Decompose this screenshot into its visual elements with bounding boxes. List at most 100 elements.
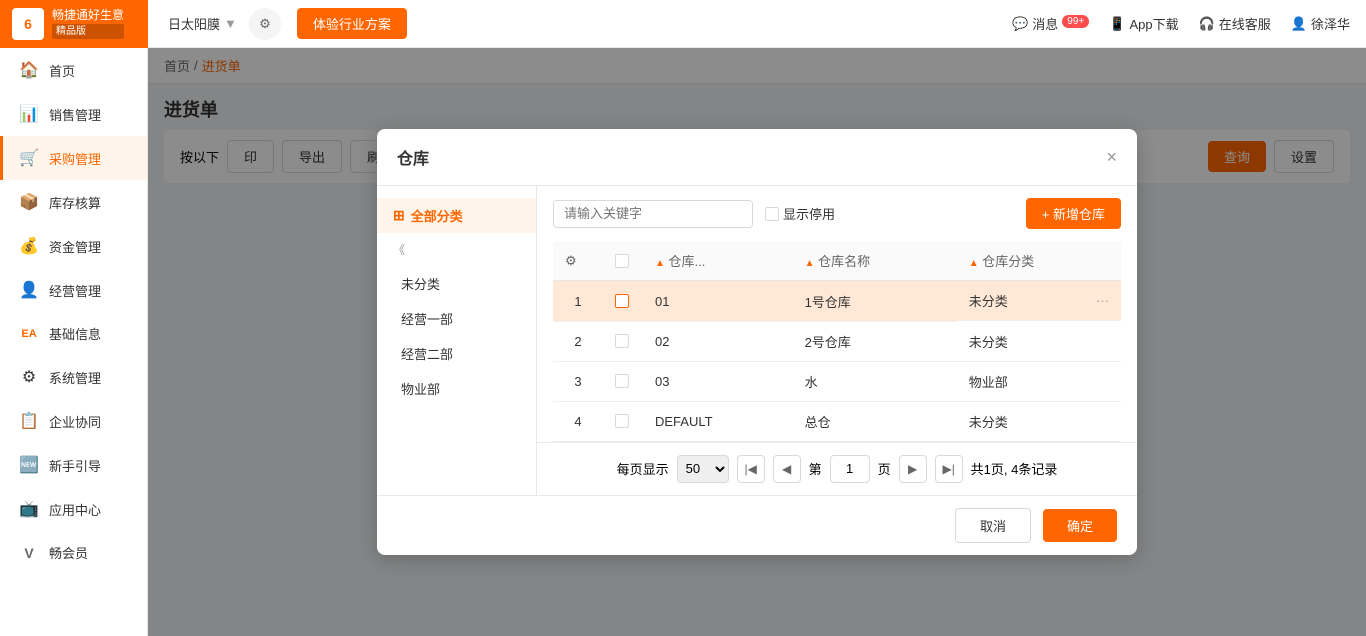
row-checkbox[interactable] xyxy=(603,281,643,322)
logo-area: 6 畅捷通好生意 精品版 xyxy=(0,0,148,48)
row-index: 2 xyxy=(553,321,603,361)
sidebar-label-member: 畅会员 xyxy=(49,543,88,562)
sidebar-item-enterprise[interactable]: 📋 企业协同 xyxy=(0,399,147,443)
user-item[interactable]: 👤 徐泽华 xyxy=(1291,14,1350,33)
warehouse-modal: 仓库 × ⊞ 全部分类 《 未分类 xyxy=(377,129,1137,555)
table-row[interactable]: 3 03 水 物业部 xyxy=(553,361,1121,401)
headphone-icon: 🎧 xyxy=(1199,16,1215,32)
page-end-label: 页 xyxy=(878,459,891,478)
per-page-label: 每页显示 xyxy=(617,459,669,478)
category-item-label: 物业部 xyxy=(401,382,440,397)
sidebar-item-member[interactable]: V 畅会员 xyxy=(0,531,147,574)
collapse-icon: 《 xyxy=(393,241,405,258)
table-toolbar: 🔍 显示停用 + 新增仓库 xyxy=(537,186,1137,241)
row-name: 水 xyxy=(793,361,957,401)
sidebar-label-finance: 资金管理 xyxy=(49,237,101,256)
store-selector[interactable]: 日太阳膜 ▼ xyxy=(168,14,237,33)
show-disabled-label[interactable]: 显示停用 xyxy=(765,204,835,223)
table-panel: 🔍 显示停用 + 新增仓库 xyxy=(537,186,1137,495)
sidebar: 🏠 首页 📊 销售管理 🛒 采购管理 📦 库存核算 💰 资金管理 👤 经营管理 … xyxy=(0,48,148,636)
enterprise-icon: 📋 xyxy=(19,411,39,431)
show-disabled-text: 显示停用 xyxy=(783,204,835,223)
user-name: 徐泽华 xyxy=(1311,14,1350,33)
trial-button[interactable]: 体验行业方案 xyxy=(297,8,407,39)
row-code: DEFAULT xyxy=(643,401,793,441)
sidebar-item-purchase[interactable]: 🛒 采购管理 xyxy=(0,136,147,180)
sidebar-label-basic: 基础信息 xyxy=(49,324,101,343)
sidebar-item-guide[interactable]: 🆕 新手引导 xyxy=(0,443,147,487)
online-service-item[interactable]: 🎧 在线客服 xyxy=(1199,14,1271,33)
cancel-button[interactable]: 取消 xyxy=(955,508,1031,543)
sidebar-item-system[interactable]: ⚙ 系统管理 xyxy=(0,355,147,399)
sidebar-item-finance[interactable]: 💰 资金管理 xyxy=(0,224,147,268)
gear-col-icon[interactable]: ⚙ xyxy=(565,253,577,268)
store-name: 日太阳膜 xyxy=(168,14,220,33)
col-category-label: 仓库分类 xyxy=(982,254,1034,269)
dropdown-arrow-icon: ▼ xyxy=(224,16,237,31)
search-button[interactable]: 🔍 xyxy=(750,201,753,227)
sidebar-item-apps[interactable]: 📺 应用中心 xyxy=(0,487,147,531)
page-next-button[interactable]: ▶ xyxy=(899,455,927,483)
per-page-select[interactable]: 50 10 20 100 xyxy=(677,455,729,483)
sidebar-label-home: 首页 xyxy=(49,61,75,80)
table-row[interactable]: 2 02 2号仓库 未分类 xyxy=(553,321,1121,361)
page-number-input[interactable] xyxy=(830,455,870,483)
table-body: 1 01 1号仓库 未分类··· 2 02 2号仓库 未分类 3 03 水 物业… xyxy=(553,281,1121,442)
app-icon: 📱 xyxy=(1109,16,1125,32)
category-all-label: 全部分类 xyxy=(411,206,463,225)
category-all-item[interactable]: ⊞ 全部分类 xyxy=(377,198,536,233)
sidebar-item-sales[interactable]: 📊 销售管理 xyxy=(0,92,147,136)
apps-icon: 📺 xyxy=(19,499,39,519)
category-item-ops1[interactable]: 经营一部 xyxy=(377,301,536,336)
row-checkbox[interactable] xyxy=(603,401,643,441)
category-collapse-header[interactable]: 《 xyxy=(377,233,536,266)
modal-close-button[interactable]: × xyxy=(1106,147,1117,168)
modal-title: 仓库 xyxy=(397,145,429,169)
sidebar-label-inventory: 库存核算 xyxy=(49,193,101,212)
table-header-row: ⚙ ▲ 仓库... xyxy=(553,241,1121,281)
logo-main-text: 畅捷通好生意 xyxy=(52,8,124,24)
table-row[interactable]: 1 01 1号仓库 未分类··· xyxy=(553,281,1121,322)
col-name-header: ▲ 仓库名称 xyxy=(793,241,957,281)
page-prev-button[interactable]: ◀ xyxy=(773,455,801,483)
row-checkbox[interactable] xyxy=(603,321,643,361)
row-code: 02 xyxy=(643,321,793,361)
sidebar-label-sales: 销售管理 xyxy=(49,105,101,124)
message-icon: 💬 xyxy=(1012,16,1028,32)
add-warehouse-button[interactable]: + 新增仓库 xyxy=(1026,198,1121,229)
app-download-item[interactable]: 📱 App下载 xyxy=(1109,14,1178,33)
category-item-property[interactable]: 物业部 xyxy=(377,371,536,406)
search-input[interactable] xyxy=(554,201,750,226)
grid-icon: ⊞ xyxy=(393,207,405,224)
sidebar-item-operations[interactable]: 👤 经营管理 xyxy=(0,268,147,312)
sidebar-item-home[interactable]: 🏠 首页 xyxy=(0,48,147,92)
gear-icon: ⚙ xyxy=(259,16,271,32)
row-action-dots[interactable]: ··· xyxy=(1096,293,1109,308)
messages-item[interactable]: 💬 消息 99+ xyxy=(1012,14,1089,33)
table-row[interactable]: 4 DEFAULT 总仓 未分类 xyxy=(553,401,1121,441)
row-code: 03 xyxy=(643,361,793,401)
confirm-button[interactable]: 确定 xyxy=(1043,509,1117,542)
content-area: 首页 / 进货单 进货单 按以下 印 导出 刷新 查询 设置 仓库 × xyxy=(148,48,1366,636)
category-item-unclassified[interactable]: 未分类 xyxy=(377,266,536,301)
page-last-button[interactable]: ▶| xyxy=(935,455,963,483)
row-checkbox[interactable] xyxy=(603,361,643,401)
col-code-label: 仓库... xyxy=(669,254,706,269)
table-container: ⚙ ▲ 仓库... xyxy=(537,241,1137,442)
messages-label: 消息 xyxy=(1032,14,1058,33)
member-icon: V xyxy=(19,545,39,561)
show-disabled-checkbox[interactable] xyxy=(765,207,779,221)
warehouse-table: ⚙ ▲ 仓库... xyxy=(553,241,1121,442)
sidebar-item-inventory[interactable]: 📦 库存核算 xyxy=(0,180,147,224)
system-icon: ⚙ xyxy=(19,367,39,387)
category-item-label: 经营二部 xyxy=(401,347,453,362)
settings-button[interactable]: ⚙ xyxy=(249,8,281,40)
col-category-header: ▲ 仓库分类 xyxy=(957,241,1121,281)
page-first-button[interactable]: |◀ xyxy=(737,455,765,483)
app-label: App下载 xyxy=(1129,14,1178,33)
category-item-ops2[interactable]: 经营二部 xyxy=(377,336,536,371)
row-code: 01 xyxy=(643,281,793,322)
select-all-checkbox[interactable] xyxy=(615,254,629,268)
sidebar-item-basic[interactable]: EA 基础信息 xyxy=(0,312,147,355)
category-item-label: 未分类 xyxy=(401,277,440,292)
